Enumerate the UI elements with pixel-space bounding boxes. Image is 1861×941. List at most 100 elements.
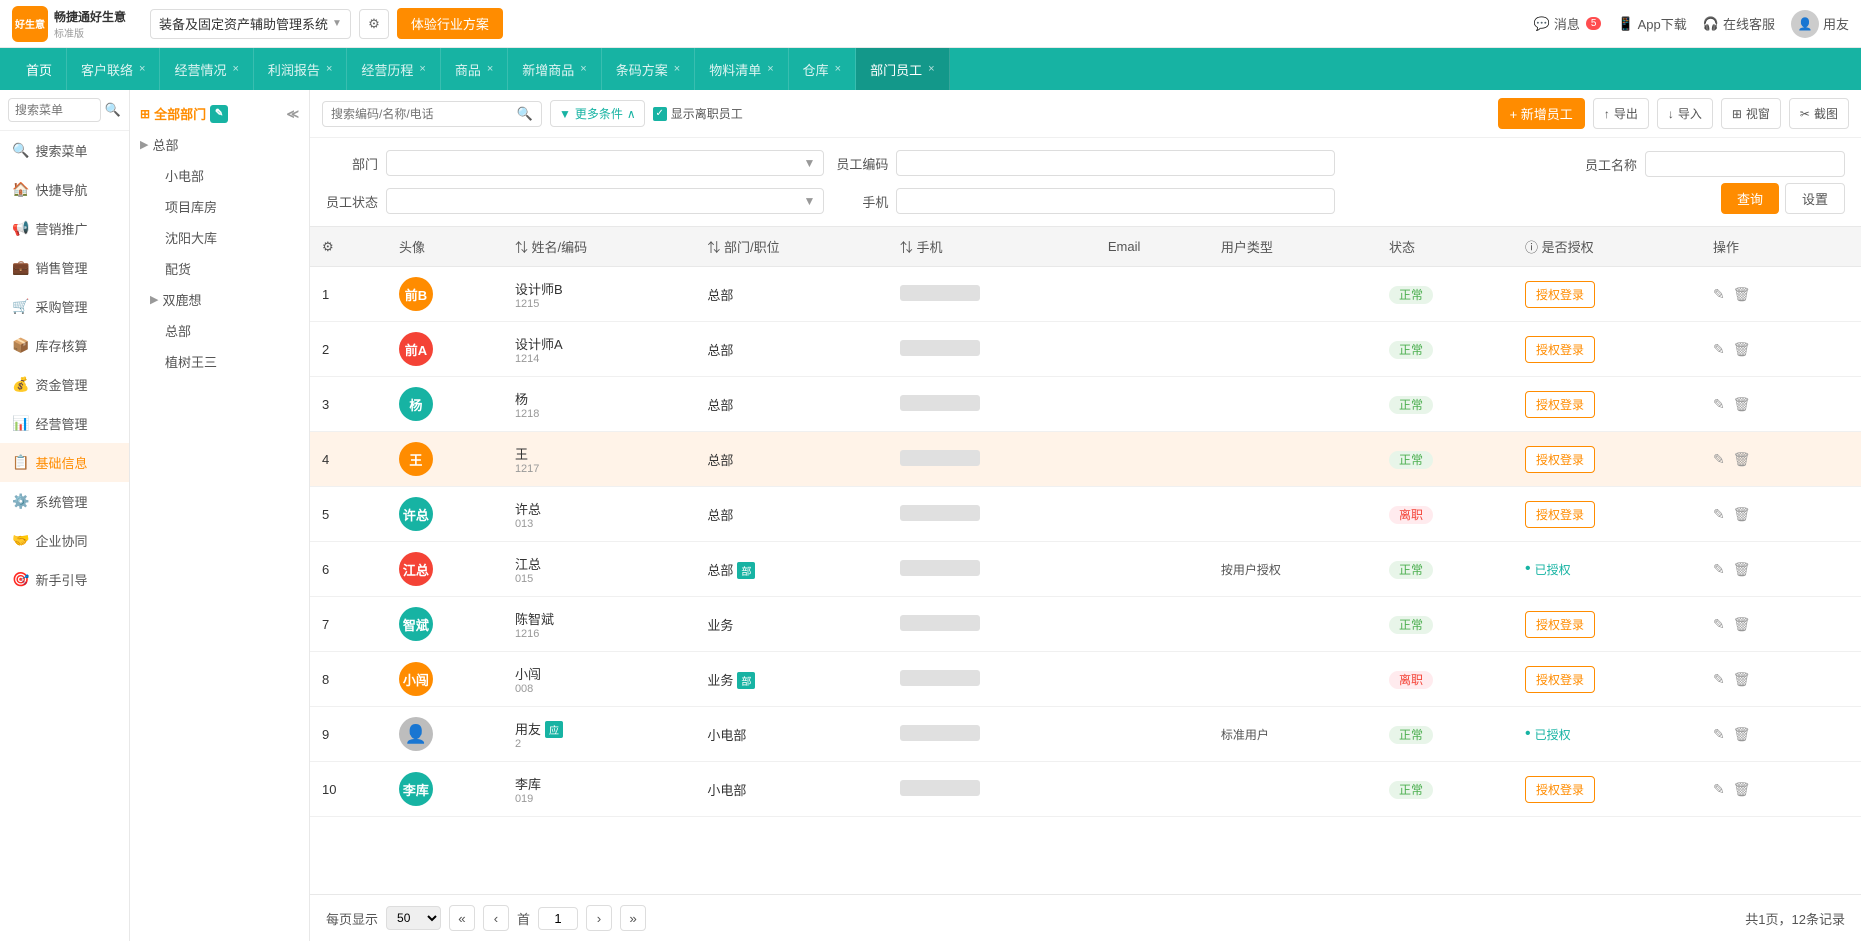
dept-tree-item-总部[interactable]: ▶总部 — [130, 129, 309, 160]
sidebar-search-input[interactable] — [8, 98, 101, 122]
sidebar-item-资金管理[interactable]: 💰资金管理 — [0, 365, 129, 404]
edit-button[interactable]: ✎ — [1713, 341, 1725, 358]
app-download-button[interactable]: 📱 App下载 — [1617, 14, 1686, 33]
dept-filter-select[interactable]: ▼ — [386, 150, 824, 176]
set-button[interactable]: 设置 — [1785, 183, 1845, 214]
delete-button[interactable]: 🗑 — [1733, 671, 1751, 688]
dept-tree-item-总部[interactable]: 总部 — [130, 315, 309, 346]
nav-tab-利润报告[interactable]: 利润报告× — [254, 48, 347, 90]
sidebar-item-库存核算[interactable]: 📦库存核算 — [0, 326, 129, 365]
nav-tab-close-icon[interactable]: × — [835, 63, 841, 75]
sidebar-item-快捷导航[interactable]: 🏠快捷导航 — [0, 170, 129, 209]
edit-button[interactable]: ✎ — [1713, 451, 1725, 468]
nav-tab-close-icon[interactable]: × — [419, 63, 425, 75]
delete-button[interactable]: 🗑 — [1733, 781, 1751, 798]
nav-tab-商品[interactable]: 商品× — [441, 48, 508, 90]
nav-tab-物料清单[interactable]: 物料清单× — [695, 48, 788, 90]
sidebar-item-经营管理[interactable]: 📊经营管理 — [0, 404, 129, 443]
first-page-button[interactable]: « — [449, 905, 475, 931]
nav-tab-新增商品[interactable]: 新增商品× — [508, 48, 601, 90]
sidebar-item-企业协同[interactable]: 🤝企业协同 — [0, 521, 129, 560]
edit-button[interactable]: ✎ — [1713, 726, 1725, 743]
sidebar-item-销售管理[interactable]: 💼销售管理 — [0, 248, 129, 287]
dept-tree-item-配货[interactable]: 配货 — [130, 253, 309, 284]
nav-tab-close-icon[interactable]: × — [139, 63, 145, 75]
delete-button[interactable]: 🗑 — [1733, 726, 1751, 743]
dept-edit-icon[interactable]: ✎ — [210, 105, 228, 123]
sidebar-item-营销推广[interactable]: 📢营销推广 — [0, 209, 129, 248]
delete-button[interactable]: 🗑 — [1733, 341, 1751, 358]
sidebar-item-新手引导[interactable]: 🎯新手引导 — [0, 560, 129, 599]
auth-login-button[interactable]: 授权登录 — [1525, 611, 1595, 638]
edit-button[interactable]: ✎ — [1713, 286, 1725, 303]
dept-tree-item-项目库房[interactable]: 项目库房 — [130, 191, 309, 222]
edit-button[interactable]: ✎ — [1713, 671, 1725, 688]
nav-tab-仓库[interactable]: 仓库× — [789, 48, 856, 90]
auth-login-button[interactable]: 授权登录 — [1525, 336, 1595, 363]
auth-login-button[interactable]: 授权登录 — [1525, 281, 1595, 308]
nav-tab-close-icon[interactable]: × — [326, 63, 332, 75]
nav-tab-close-icon[interactable]: × — [232, 63, 238, 75]
sidebar-item-搜索菜单[interactable]: 🔍搜索菜单 — [0, 131, 129, 170]
page-size-select[interactable]: 50 20 100 — [386, 906, 441, 930]
page-number-input[interactable] — [538, 907, 578, 930]
user-avatar-button[interactable]: 👤 用友 — [1791, 10, 1849, 38]
nav-tab-close-icon[interactable]: × — [767, 63, 773, 75]
sidebar-item-基础信息[interactable]: 📋基础信息 — [0, 443, 129, 482]
system-title[interactable]: 装备及固定资产辅助管理系统 ▼ — [150, 9, 351, 39]
sidebar-item-采购管理[interactable]: 🛒采购管理 — [0, 287, 129, 326]
nav-tab-经营历程[interactable]: 经营历程× — [347, 48, 440, 90]
emp-status-select[interactable]: ▼ — [386, 188, 824, 214]
employee-search-input[interactable] — [331, 107, 513, 121]
next-page-button[interactable]: › — [586, 905, 612, 931]
phone-input[interactable] — [896, 188, 1334, 214]
edit-button[interactable]: ✎ — [1713, 561, 1725, 578]
edit-button[interactable]: ✎ — [1713, 506, 1725, 523]
dept-tree-item-植树王三[interactable]: 植树王三 — [130, 346, 309, 377]
dept-tree-item-小电部[interactable]: 小电部 — [130, 160, 309, 191]
prev-page-button[interactable]: ‹ — [483, 905, 509, 931]
nav-tab-条码方案[interactable]: 条码方案× — [602, 48, 695, 90]
auth-login-button[interactable]: 授权登录 — [1525, 446, 1595, 473]
edit-button[interactable]: ✎ — [1713, 396, 1725, 413]
screenshot-button[interactable]: ✂ 截图 — [1789, 98, 1849, 129]
col-settings[interactable]: ⚙ — [310, 227, 387, 267]
view-button[interactable]: ⊞ 视窗 — [1721, 98, 1781, 129]
delete-button[interactable]: 🗑 — [1733, 506, 1751, 523]
col-phone[interactable]: ⇅ 手机 — [888, 227, 1096, 267]
message-button[interactable]: 💬 消息 5 — [1534, 14, 1602, 33]
auth-login-button[interactable]: 授权登录 — [1525, 391, 1595, 418]
search-button[interactable]: 查询 — [1721, 183, 1779, 214]
dept-tree-item-双鹿想[interactable]: ▶双鹿想 — [130, 284, 309, 315]
show-archived-toggle[interactable]: ✓ 显示离职员工 — [653, 105, 743, 122]
last-page-button[interactable]: » — [620, 905, 646, 931]
delete-button[interactable]: 🗑 — [1733, 286, 1751, 303]
trial-button[interactable]: 体验行业方案 — [397, 8, 503, 39]
settings-button[interactable]: ⚙ — [359, 9, 389, 39]
nav-tab-close-icon[interactable]: × — [674, 63, 680, 75]
col-name[interactable]: ⇅ 姓名/编码 — [503, 227, 695, 267]
auth-login-button[interactable]: 授权登录 — [1525, 666, 1595, 693]
edit-button[interactable]: ✎ — [1713, 781, 1725, 798]
delete-button[interactable]: 🗑 — [1733, 396, 1751, 413]
delete-button[interactable]: 🗑 — [1733, 561, 1751, 578]
nav-tab-close-icon[interactable]: × — [580, 63, 586, 75]
auth-login-button[interactable]: 授权登录 — [1525, 501, 1595, 528]
nav-tab-部门员工[interactable]: 部门员工× — [856, 48, 949, 90]
nav-tab-经营情况[interactable]: 经营情况× — [160, 48, 253, 90]
dept-tree-item-沈阳大库[interactable]: 沈阳大库 — [130, 222, 309, 253]
add-employee-button[interactable]: + 新增员工 — [1498, 98, 1585, 129]
emp-name-input[interactable] — [1645, 151, 1845, 177]
col-dept[interactable]: ⇅ 部门/职位 — [695, 227, 887, 267]
export-button[interactable]: ↑ 导出 — [1593, 98, 1649, 129]
online-service-button[interactable]: 🎧 在线客服 — [1703, 14, 1775, 33]
emp-code-input[interactable] — [896, 150, 1334, 176]
nav-tab-close-icon[interactable]: × — [928, 63, 934, 75]
dept-collapse-button[interactable]: ≪ — [286, 107, 299, 121]
more-filter-button[interactable]: ▼ 更多条件 ∧ — [550, 100, 645, 127]
nav-tab-首页[interactable]: 首页 — [12, 48, 67, 90]
auth-login-button[interactable]: 授权登录 — [1525, 776, 1595, 803]
edit-button[interactable]: ✎ — [1713, 616, 1725, 633]
delete-button[interactable]: 🗑 — [1733, 451, 1751, 468]
import-button[interactable]: ↓ 导入 — [1657, 98, 1713, 129]
